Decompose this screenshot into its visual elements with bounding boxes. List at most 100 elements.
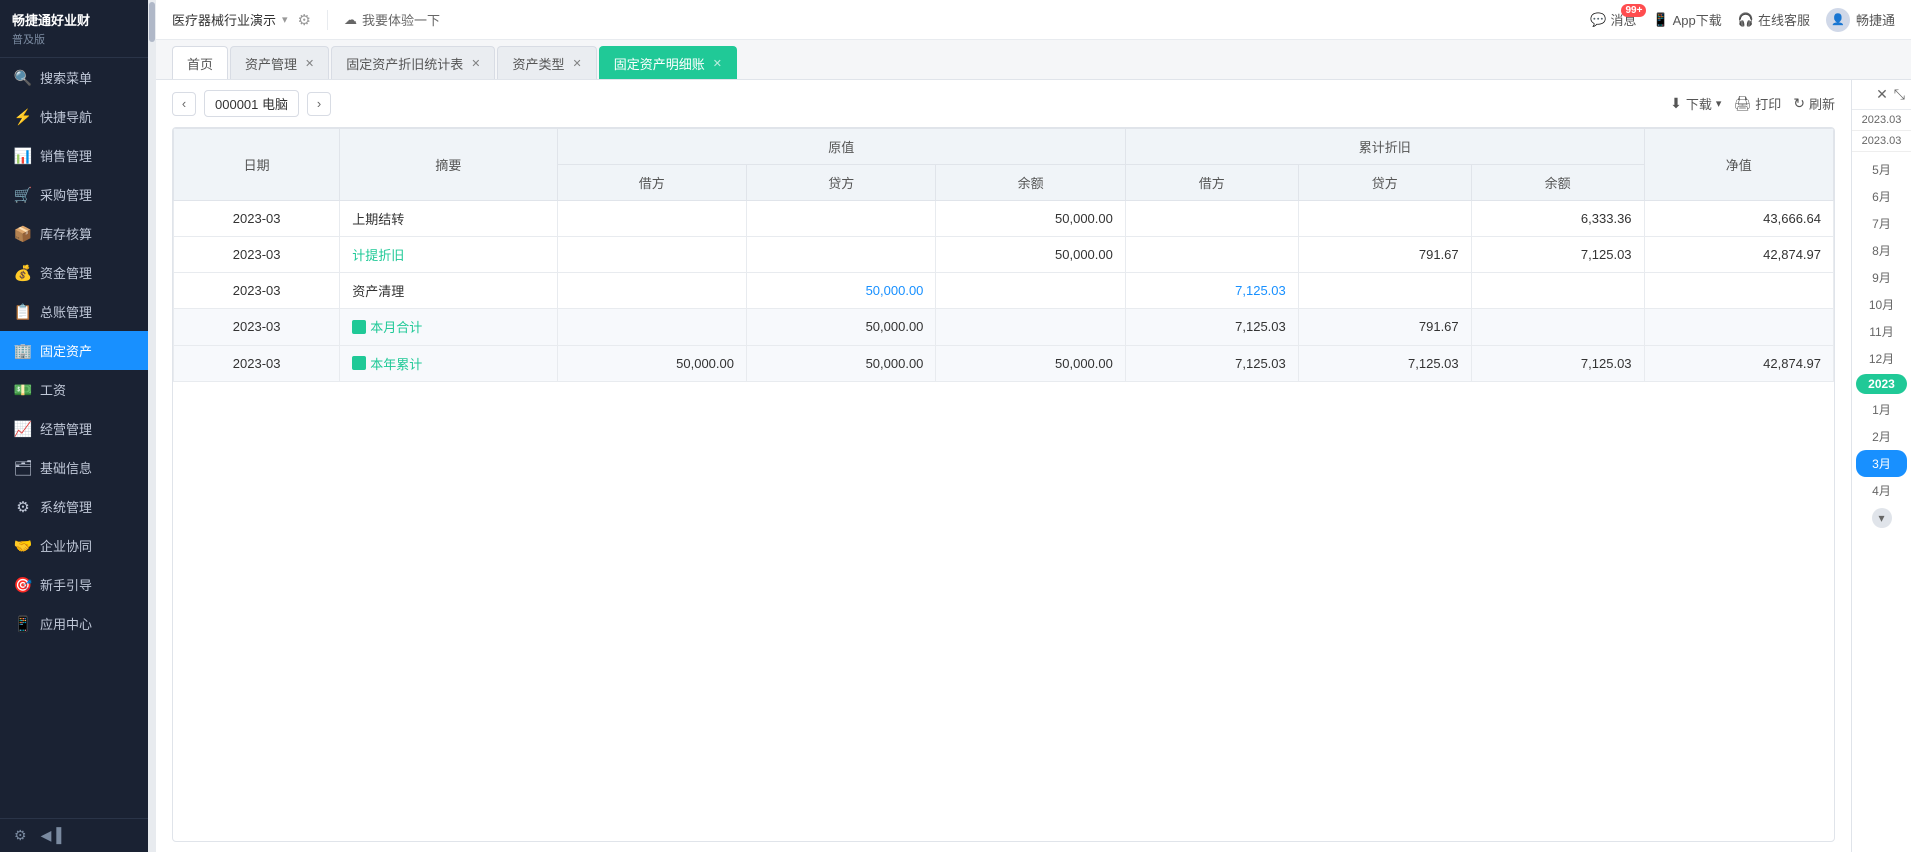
cell-ov-balance: 50,000.00 (936, 201, 1125, 237)
print-btn[interactable]: 🖨 打印 (1733, 94, 1781, 113)
sidebar-label-guide: 新手引导 (40, 575, 92, 594)
sidebar-item-operations[interactable]: 📈 经营管理 (0, 409, 148, 448)
app-download-btn[interactable]: 📱 App下载 (1652, 10, 1721, 29)
username: 畅捷通 (1856, 10, 1895, 29)
notice-badge: 99+ (1621, 4, 1646, 17)
close-panel-icon[interactable]: ✕ (1876, 86, 1888, 103)
timeline-month-3[interactable]: 3月 (1856, 450, 1907, 477)
sidebar-label-quicknav: 快捷导航 (40, 107, 92, 126)
timeline-date1: 2023.03 (1852, 110, 1911, 131)
sidebar-item-search[interactable]: 🔍 搜索菜单 (0, 58, 148, 97)
sidebar-item-apps[interactable]: 📱 应用中心 (0, 604, 148, 643)
collapse-icon[interactable]: ◀▐ (41, 827, 62, 844)
timeline-month-8[interactable]: 8月 (1852, 237, 1911, 264)
experience-btn[interactable]: ☁ 我要体验一下 (344, 10, 440, 29)
close-icon[interactable]: ✕ (305, 57, 314, 70)
expand-panel-icon[interactable]: ⤡ (1894, 86, 1905, 103)
nav-actions: ⬇ 下载 ▾ 🖨 打印 ↻ 刷新 (1670, 94, 1835, 113)
tab-home[interactable]: 首页 (172, 46, 228, 80)
tab-detail[interactable]: 固定资产明细账 ✕ (599, 46, 737, 80)
cell-summary: 上期结转 (340, 201, 557, 237)
sidebar-item-guide[interactable]: 🎯 新手引导 (0, 565, 148, 604)
sidebar-item-system[interactable]: ⚙ 系统管理 (0, 487, 148, 526)
col-ov-credit: 贷方 (746, 165, 935, 201)
nav-next-btn[interactable]: › (307, 92, 331, 116)
nav-prev-btn[interactable]: ‹ (172, 92, 196, 116)
sidebar-item-quicknav[interactable]: ⚡ 快捷导航 (0, 97, 148, 136)
tab-depreciation[interactable]: 固定资产折旧统计表 ✕ (331, 46, 495, 80)
sidebar-item-payroll[interactable]: 💵 工资 (0, 370, 148, 409)
quicknav-icon: ⚡ (14, 108, 32, 126)
close-icon[interactable]: ✕ (713, 57, 722, 70)
close-icon[interactable]: ✕ (573, 57, 582, 70)
sales-icon: 📊 (14, 147, 32, 165)
tab-assettype[interactable]: 资产类型 ✕ (497, 46, 596, 80)
timeline-month-2[interactable]: 2月 (1852, 423, 1911, 450)
cell-ov-credit: 50,000.00 (746, 345, 935, 382)
gear-icon[interactable]: ⚙ (298, 11, 311, 29)
col-date: 日期 (174, 129, 340, 201)
sidebar-item-sales[interactable]: 📊 销售管理 (0, 136, 148, 175)
cell-date: 2023-03 (174, 345, 340, 382)
cell-ad-credit (1298, 201, 1471, 237)
fixedassets-icon: 🏢 (14, 342, 32, 360)
timeline-month-1[interactable]: 1月 (1852, 396, 1911, 423)
timeline-month-9[interactable]: 9月 (1852, 264, 1911, 291)
sidebar-item-inventory[interactable]: 📦 库存核算 (0, 214, 148, 253)
timeline-month-12[interactable]: 12月 (1852, 345, 1911, 372)
sidebar-label-funds: 资金管理 (40, 263, 92, 282)
cell-ov-debit (557, 309, 746, 346)
sidebar-item-funds[interactable]: 💰 资金管理 (0, 253, 148, 292)
settings-icon[interactable]: ⚙ (14, 827, 27, 844)
timeline-month-10[interactable]: 10月 (1852, 291, 1911, 318)
print-label: 打印 (1755, 94, 1781, 113)
download-btn[interactable]: ⬇ 下载 ▾ (1670, 94, 1721, 113)
timeline-month-6[interactable]: 6月 (1852, 183, 1911, 210)
asset-id: 000001 电脑 (204, 90, 299, 117)
timeline-down-icon[interactable]: ▾ (1852, 504, 1911, 532)
col-ov-debit: 借方 (557, 165, 746, 201)
download-label: 下载 (1686, 94, 1712, 113)
down-circle-icon[interactable]: ▾ (1872, 508, 1892, 528)
timeline-month-11[interactable]: 11月 (1852, 318, 1911, 345)
cell-ov-credit (746, 237, 935, 273)
sidebar-item-basic[interactable]: 🗂 基础信息 (0, 448, 148, 487)
cell-ov-debit (557, 237, 746, 273)
notice-btn[interactable]: 💬 消息 99+ (1590, 10, 1636, 29)
cell-summary[interactable]: 计提折旧 (340, 237, 557, 273)
company-selector[interactable]: 医疗器械行业演示 ▾ (172, 10, 288, 29)
table-row: 2023-03 上期结转 50,000.00 6,333.36 43,666.6… (174, 201, 1834, 237)
sidebar-label-basic: 基础信息 (40, 458, 92, 477)
sidebar-item-collab[interactable]: 🤝 企业协同 (0, 526, 148, 565)
cell-summary: 资产清理 (340, 273, 557, 309)
sidebar-item-fixedassets[interactable]: 🏢 固定资产 (0, 331, 148, 370)
service-btn[interactable]: 🎧 在线客服 (1738, 10, 1810, 29)
cell-summary: 本年累计 (340, 345, 557, 382)
payroll-icon: 💵 (14, 381, 32, 399)
cell-ad-credit: 7,125.03 (1298, 345, 1471, 382)
cell-date: 2023-03 (174, 237, 340, 273)
close-icon[interactable]: ✕ (471, 57, 480, 70)
sidebar-label-inventory: 库存核算 (40, 224, 92, 243)
scrollbar-thumb[interactable] (149, 2, 155, 42)
cell-ad-debit (1125, 201, 1298, 237)
cell-ad-balance: 7,125.03 (1471, 237, 1644, 273)
timeline-month-7[interactable]: 7月 (1852, 210, 1911, 237)
timeline-month-4[interactable]: 4月 (1852, 477, 1911, 504)
sidebar-label-system: 系统管理 (40, 497, 92, 516)
system-icon: ⚙ (14, 498, 32, 516)
refresh-btn[interactable]: ↻ 刷新 (1793, 94, 1835, 113)
cell-ov-balance (936, 309, 1125, 346)
topbar-divider (327, 10, 328, 30)
user-btn[interactable]: 👤 畅捷通 (1826, 8, 1895, 32)
ledger-icon: 📋 (14, 303, 32, 321)
tab-assets[interactable]: 资产管理 ✕ (230, 46, 329, 80)
cell-net-value (1644, 309, 1833, 346)
sidebar-item-purchase[interactable]: 🛒 采购管理 (0, 175, 148, 214)
topbar-right: 💬 消息 99+ 📱 App下载 🎧 在线客服 👤 畅捷通 (1590, 8, 1895, 32)
sidebar-item-ledger[interactable]: 📋 总账管理 (0, 292, 148, 331)
cell-date: 2023-03 (174, 309, 340, 346)
tab-assets-label: 资产管理 (245, 54, 297, 73)
timeline-month-5[interactable]: 5月 (1852, 156, 1911, 183)
col-net-value: 净值 (1644, 129, 1833, 201)
